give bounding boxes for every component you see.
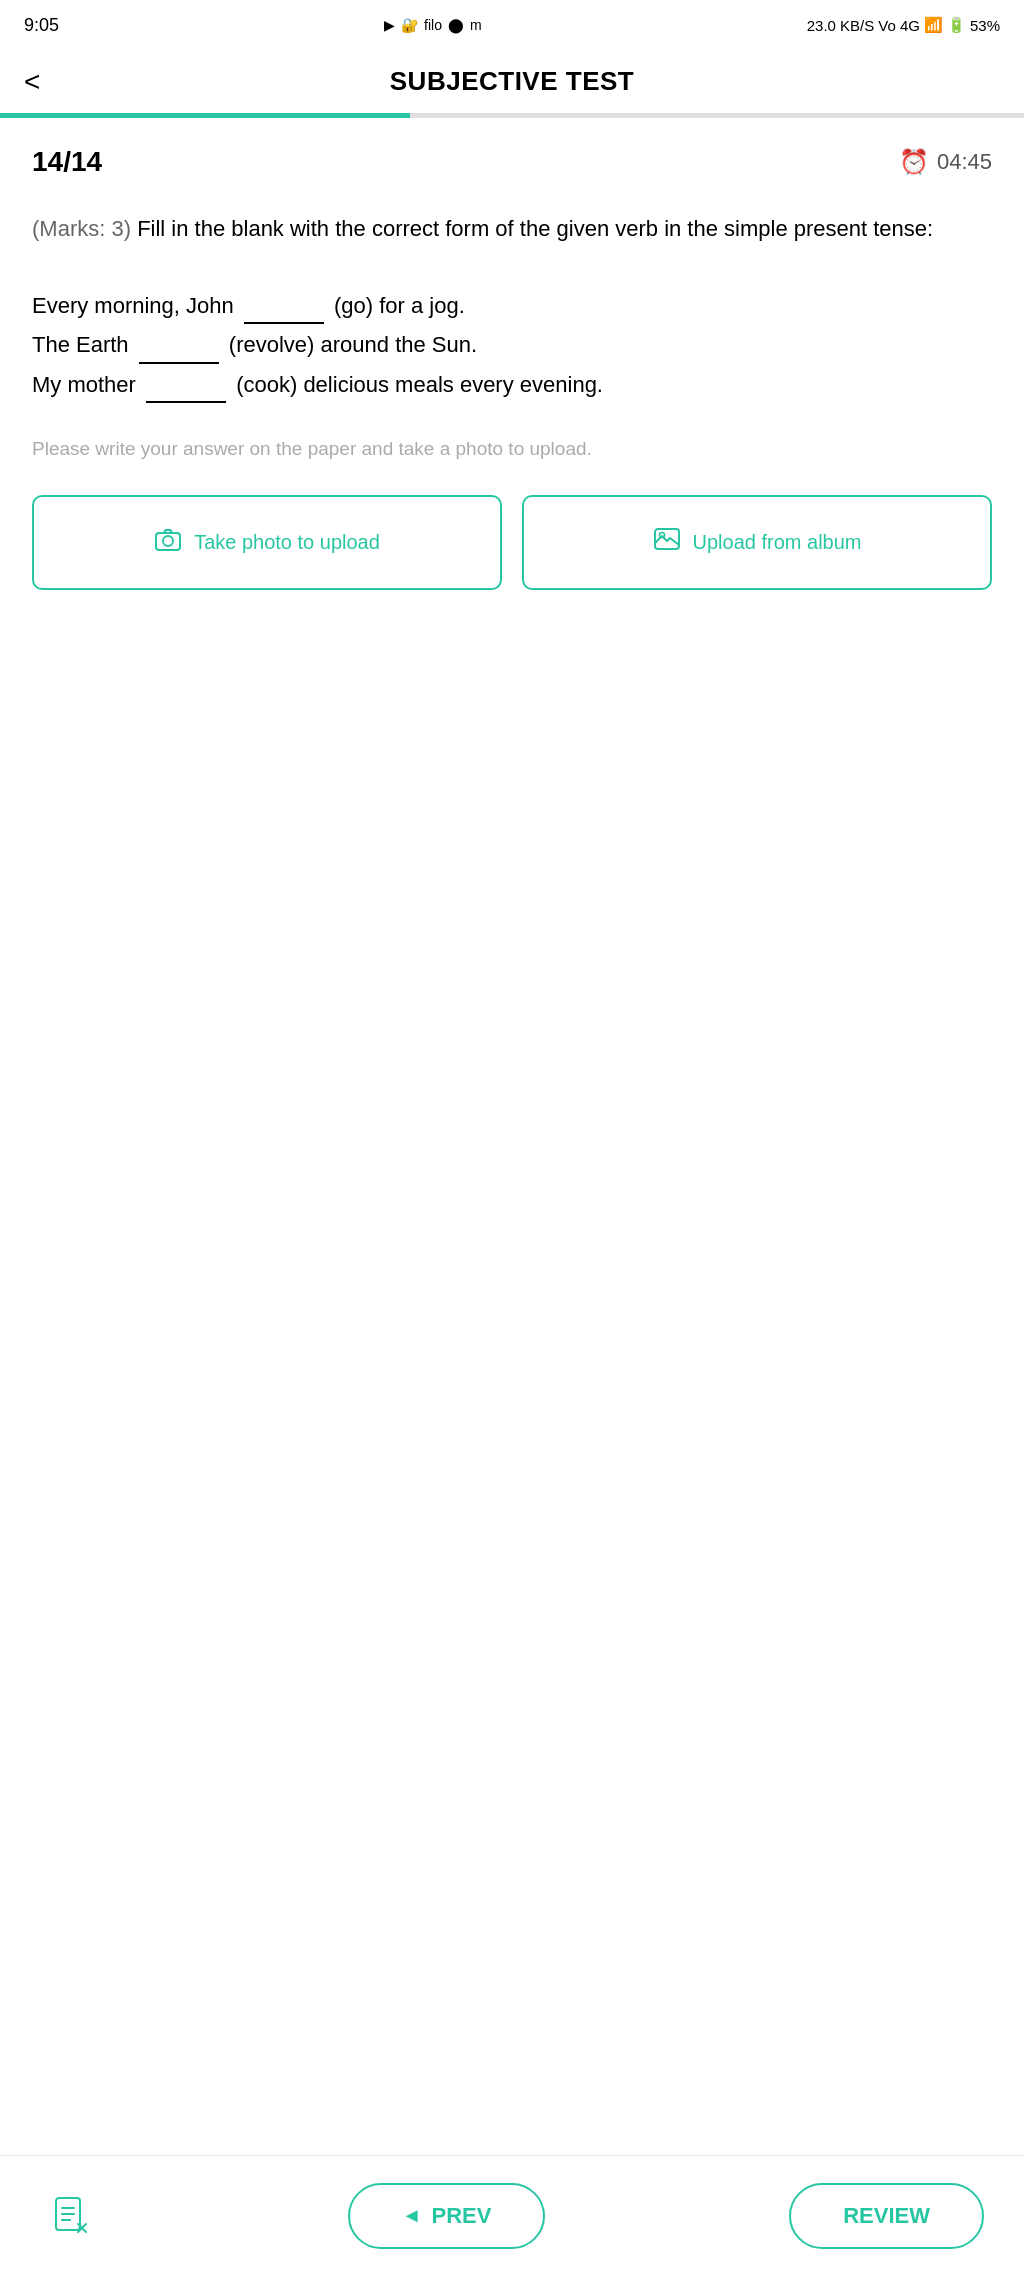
timer-icon: ⏰ (899, 148, 929, 176)
blank-3 (146, 364, 226, 403)
status-time: 9:05 (24, 15, 59, 36)
doc-icon-button[interactable] (40, 2184, 104, 2248)
line2-text: The Earth (revolve) around the Sun. (32, 332, 477, 357)
review-button[interactable]: REVIEW (789, 2183, 984, 2249)
svg-point-1 (163, 536, 173, 546)
circle-icon: ⬤ (448, 17, 464, 33)
status-right: 23.0 KB/S Vo 4G 📶 🔋 53% (807, 16, 1000, 34)
status-icons: ▶ 🔐 filo ⬤ m (384, 17, 482, 33)
vpn-icon: 🔐 (401, 17, 418, 33)
review-label: REVIEW (843, 2203, 930, 2229)
line1-text: Every morning, John (go) for a jog. (32, 293, 465, 318)
take-photo-label: Take photo to upload (194, 531, 380, 554)
battery-icon: 🔋 (947, 16, 966, 34)
timer: ⏰ 04:45 (899, 148, 992, 176)
take-photo-button[interactable]: Take photo to upload (32, 495, 502, 590)
timer-value: 04:45 (937, 149, 992, 175)
network-type: Vo 4G (878, 17, 920, 34)
main-content: 14/14 ⏰ 04:45 (Marks: 3) Fill in the bla… (0, 118, 1024, 1058)
line3-text: My mother (cook) delicious meals every e… (32, 372, 603, 397)
kb-s: 23.0 KB/S (807, 17, 875, 34)
marks-label: (Marks: 3) (32, 216, 131, 241)
prev-label: PREV (432, 2203, 492, 2229)
instruction-text: Please write your answer on the paper an… (32, 435, 992, 464)
back-button[interactable]: < (24, 66, 40, 98)
upload-album-label: Upload from album (693, 531, 862, 554)
page-title: SUBJECTIVE TEST (390, 66, 634, 97)
content-spacer (32, 630, 992, 1030)
status-bar: 9:05 ▶ 🔐 filo ⬤ m 23.0 KB/S Vo 4G 📶 🔋 53… (0, 0, 1024, 50)
question-header: 14/14 ⏰ 04:45 (32, 146, 992, 178)
battery-percent: 53% (970, 17, 1000, 34)
header: < SUBJECTIVE TEST (0, 50, 1024, 113)
prev-button[interactable]: ◄ PREV (348, 2183, 546, 2249)
question-body: Fill in the blank with the correct form … (137, 216, 933, 241)
upload-buttons: Take photo to upload Upload from album (32, 495, 992, 590)
question-text: (Marks: 3) Fill in the blank with the co… (32, 210, 992, 403)
question-number: 14/14 (32, 146, 102, 178)
camera-icon (154, 525, 182, 560)
m-icon: m (470, 17, 482, 33)
video-icon: ▶ (384, 17, 395, 33)
blank-2 (139, 324, 219, 363)
blank-1 (244, 285, 324, 324)
filo-label: filo (424, 17, 442, 33)
bottom-nav: ◄ PREV REVIEW (0, 2155, 1024, 2275)
signal-icon: 📶 (924, 16, 943, 34)
prev-arrow-icon: ◄ (402, 2204, 422, 2227)
upload-album-button[interactable]: Upload from album (522, 495, 992, 590)
photo-icon (653, 525, 681, 560)
